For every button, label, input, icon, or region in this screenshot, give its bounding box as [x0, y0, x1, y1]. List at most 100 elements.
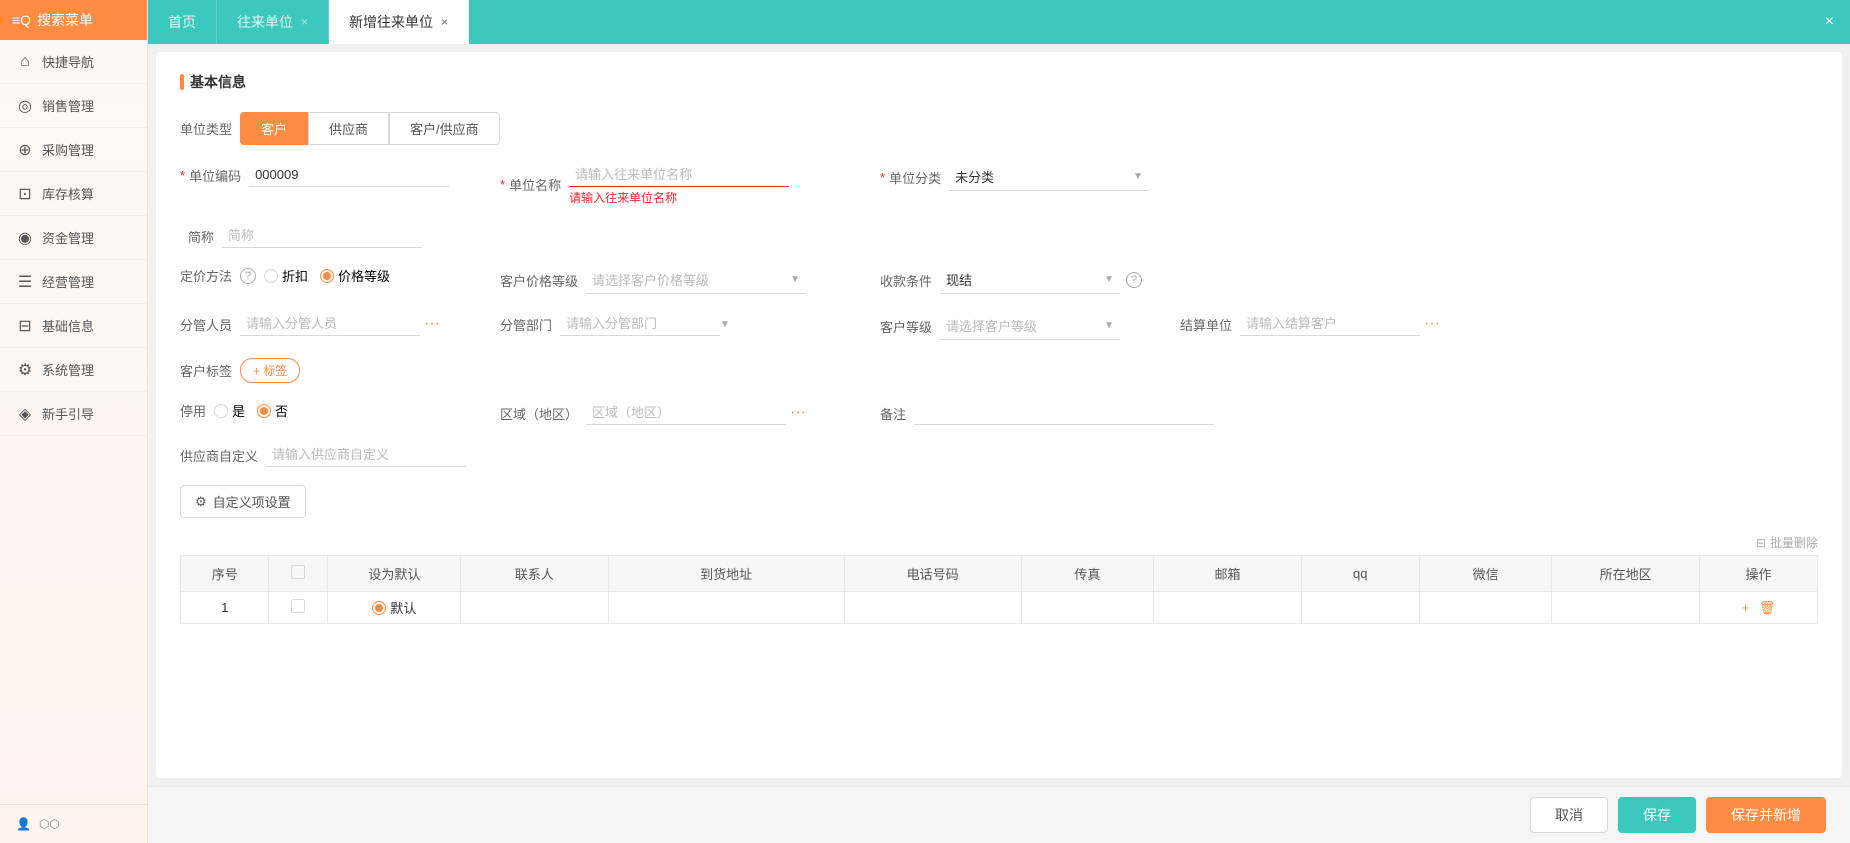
col-region: 所在地区 — [1552, 556, 1699, 592]
pricing-discount-circle — [264, 269, 278, 283]
settlement-dots-btn[interactable]: ··· — [1420, 315, 1444, 333]
unit-type-label: 单位类型 — [180, 119, 232, 138]
name-input[interactable] — [569, 163, 789, 187]
sidebar-item-system[interactable]: ⚙ 系统管理 — [0, 348, 147, 392]
custom-settings-btn[interactable]: ⚙ 自定义项设置 — [180, 485, 306, 518]
region-input[interactable] — [586, 401, 786, 425]
customer-level-text: 请选择客户等级 — [946, 316, 1100, 335]
col-contact: 联系人 — [461, 556, 608, 592]
col-default: 设为默认 — [328, 556, 461, 592]
manager-input[interactable] — [240, 312, 420, 336]
name-field-inner: 请输入往来单位名称 — [569, 163, 789, 206]
sidebar-item-inventory[interactable]: ⊡ 库存核算 — [0, 172, 147, 216]
category-select[interactable]: 未分类 ▼ — [949, 163, 1149, 191]
row-delete-btn[interactable]: 🗑 — [1759, 600, 1776, 615]
tab-new-partner-close[interactable]: × — [441, 16, 448, 28]
save-button[interactable]: 保存 — [1618, 797, 1696, 833]
manager-dots-btn[interactable]: ··· — [420, 315, 444, 333]
close-all-tabs[interactable]: × — [1809, 13, 1850, 31]
row-email — [1154, 592, 1301, 624]
main-area: 首页 往来单位 × 新增往来单位 × × 基本信息 单位类型 客户 供应商 — [148, 0, 1850, 843]
category-label: 单位分类 — [889, 168, 941, 187]
dept-select[interactable]: ▼ — [720, 319, 880, 330]
batch-delete-label: 批量删除 — [1770, 534, 1818, 551]
pricing-radio-discount[interactable]: 折扣 — [264, 266, 308, 285]
add-tag-btn[interactable]: + 标签 — [240, 358, 300, 383]
form-content: 基本信息 单位类型 客户 供应商 客户/供应商 * 单位编码 — [156, 52, 1842, 778]
payment-help-icon[interactable]: ? — [1126, 272, 1142, 288]
dept-input[interactable] — [560, 312, 720, 336]
supplier-custom-row: 供应商自定义 — [180, 443, 1818, 467]
supplier-custom-input[interactable] — [266, 443, 466, 467]
row-checkbox[interactable] — [291, 599, 305, 613]
customer-level-select[interactable]: 请选择客户等级 ▼ — [940, 312, 1120, 340]
customer-price-select[interactable]: 请选择客户价格等级 ▼ — [586, 266, 806, 294]
category-required: * — [880, 170, 885, 185]
disabled-no-circle — [257, 404, 271, 418]
search-icon: ≡Q — [12, 12, 31, 28]
payment-select[interactable]: 现结 ▼ — [940, 266, 1120, 294]
table-row: 1 默认 — [181, 592, 1818, 624]
type-btn-supplier[interactable]: 供应商 — [308, 112, 389, 145]
pricing-help-icon[interactable]: ? — [240, 268, 256, 284]
tab-partner[interactable]: 往来单位 × — [217, 0, 329, 44]
region-dots-btn[interactable]: ··· — [786, 404, 810, 422]
row-fax — [1021, 592, 1154, 624]
pricing-discount-label: 折扣 — [282, 266, 308, 285]
type-btn-both[interactable]: 客户/供应商 — [389, 112, 500, 145]
sidebar-item-operations[interactable]: ☰ 经营管理 — [0, 260, 147, 304]
sidebar-item-purchase[interactable]: ⊕ 采购管理 — [0, 128, 147, 172]
payment-value: 现结 — [946, 270, 1100, 289]
sidebar-item-finance[interactable]: ◉ 资金管理 — [0, 216, 147, 260]
pricing-radio-level[interactable]: 价格等级 — [320, 266, 390, 285]
sidebar-footer: 👤 ⬡⬡ — [0, 804, 147, 843]
tab-home[interactable]: 首页 — [148, 0, 217, 44]
col-fax: 传真 — [1021, 556, 1154, 592]
sales-icon: ◎ — [16, 97, 34, 115]
sidebar-item-label: 快捷导航 — [42, 52, 94, 71]
region-label: 区域（地区） — [500, 404, 578, 423]
customer-price-chevron: ▼ — [790, 274, 800, 285]
header-checkbox[interactable] — [291, 565, 305, 579]
tab-new-partner[interactable]: 新增往来单位 × — [329, 0, 469, 44]
row-add-btn[interactable]: + — [1742, 600, 1750, 615]
category-chevron: ▼ — [1133, 171, 1143, 182]
section-title-text: 基本信息 — [190, 72, 246, 92]
tab-partner-close[interactable]: × — [301, 16, 308, 28]
code-input[interactable] — [249, 163, 449, 187]
disabled-radio-yes[interactable]: 是 — [214, 401, 245, 420]
settlement-label: 结算单位 — [1180, 315, 1232, 334]
sidebar-item-label: 资金管理 — [42, 228, 94, 247]
tab-partner-label: 往来单位 — [237, 12, 293, 32]
save-new-button[interactable]: 保存并新增 — [1706, 797, 1826, 833]
category-value: 未分类 — [955, 167, 1129, 186]
sidebar-item-guide[interactable]: ◈ 新手引导 — [0, 392, 147, 436]
row-qq — [1301, 592, 1419, 624]
sidebar-item-basic[interactable]: ⊟ 基础信息 — [0, 304, 147, 348]
disabled-radio-no[interactable]: 否 — [257, 401, 288, 420]
search-menu-label: 搜索菜单 — [37, 10, 93, 30]
col-check — [269, 556, 328, 592]
search-menu[interactable]: ≡Q 搜索菜单 — [0, 0, 147, 40]
remark-input[interactable] — [914, 401, 1214, 425]
basic-icon: ⊟ — [16, 317, 34, 335]
batch-delete-btn[interactable]: ⊟ 批量删除 — [180, 534, 1818, 551]
manager-row: 分管人员 ··· 分管部门 ▼ 客户等级 请选择客户等级 ▼ — [180, 312, 1818, 340]
cancel-button[interactable]: 取消 — [1530, 797, 1608, 833]
pricing-level-circle — [320, 269, 334, 283]
tab-home-label: 首页 — [168, 12, 196, 32]
name-error-msg: 请输入往来单位名称 — [569, 189, 789, 206]
settlement-input[interactable] — [1240, 312, 1420, 336]
disabled-no-label: 否 — [275, 401, 288, 420]
manager-label: 分管人员 — [180, 315, 232, 334]
tab-bar: 首页 往来单位 × 新增往来单位 × × — [148, 0, 1850, 44]
custom-settings-label: 自定义项设置 — [213, 492, 291, 511]
short-name-input[interactable] — [222, 224, 422, 248]
payment-label: 收款条件 — [880, 271, 932, 290]
sidebar-item-quick-nav[interactable]: ⌂ 快捷导航 — [0, 40, 147, 84]
row-default-radio[interactable]: 默认 — [338, 598, 450, 617]
type-btn-customer[interactable]: 客户 — [240, 112, 308, 145]
sidebar-item-sales[interactable]: ◎ 销售管理 — [0, 84, 147, 128]
pricing-radio-group: 折扣 价格等级 — [264, 266, 390, 285]
sidebar-item-label: 库存核算 — [42, 184, 94, 203]
